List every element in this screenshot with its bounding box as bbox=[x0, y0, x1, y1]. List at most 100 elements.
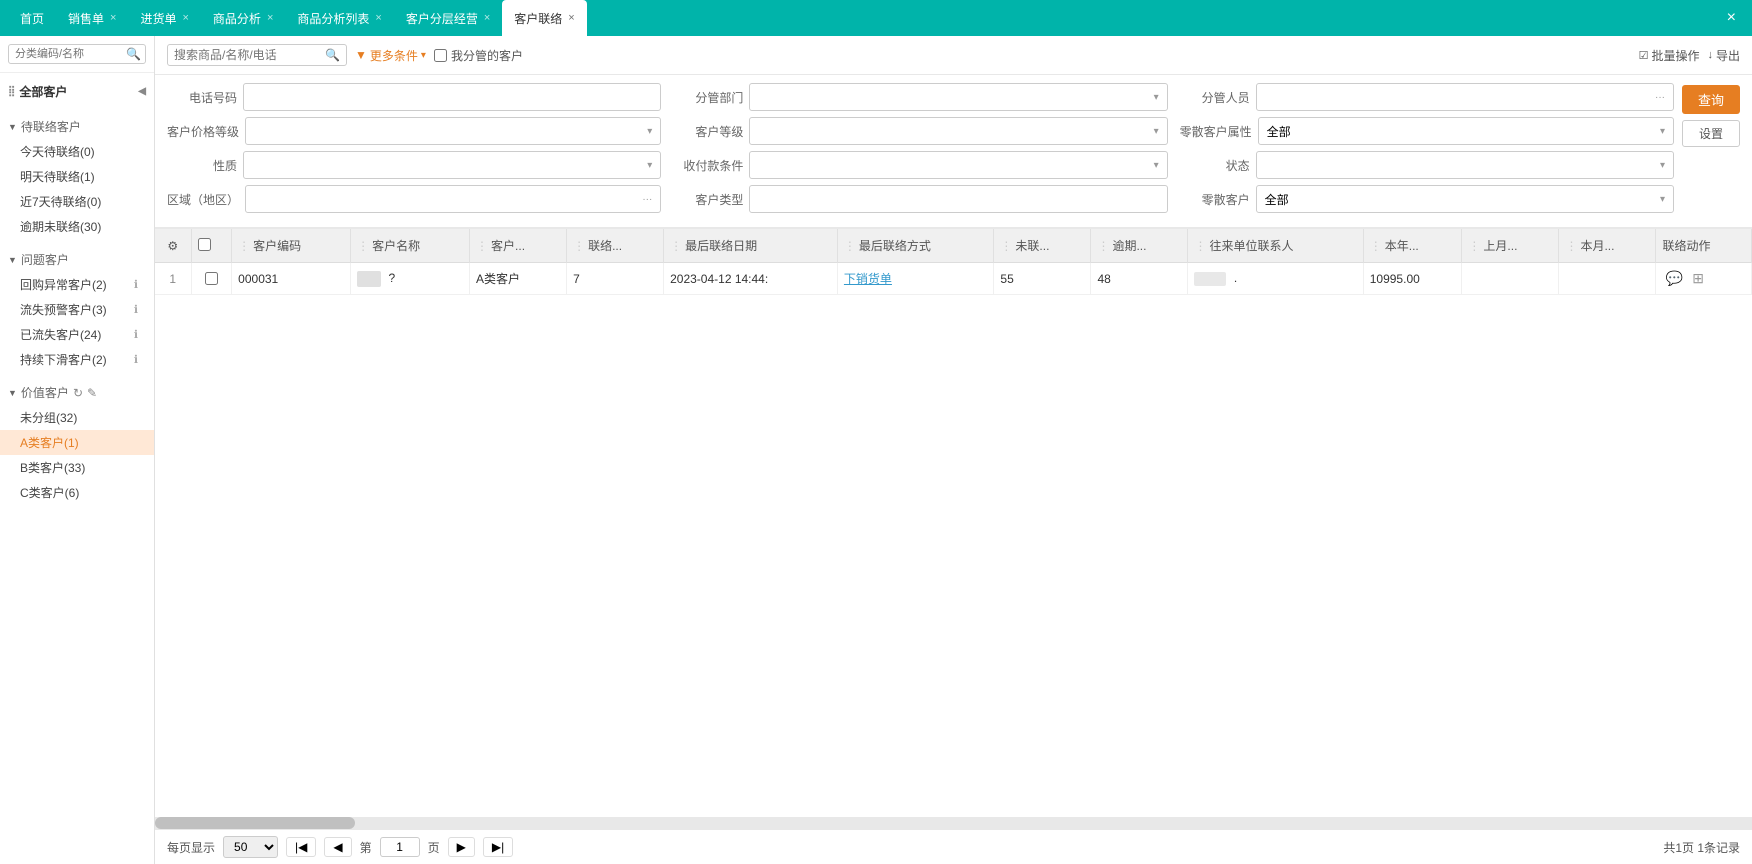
filter-retail-customer-label: 零散客户 bbox=[1180, 191, 1250, 208]
filter-phone-input[interactable] bbox=[243, 83, 661, 111]
sidebar-item-week-pending[interactable]: 近7天待联络(0) bbox=[0, 189, 154, 214]
row-last-contact-method[interactable]: 下销货单 bbox=[837, 263, 993, 295]
bulk-ops-button[interactable]: ☑ 批量操作 bbox=[1639, 47, 1700, 64]
export-button[interactable]: ↓ 导出 bbox=[1707, 47, 1740, 64]
qr-action-icon[interactable]: ⊞ bbox=[1692, 270, 1704, 286]
nav-tab-purchase[interactable]: 进货单 × bbox=[128, 0, 200, 36]
table-col-customer-name[interactable]: 客户名称 bbox=[351, 229, 470, 263]
prev-page-button[interactable]: ◀ bbox=[324, 837, 351, 857]
first-page-button[interactable]: |◀ bbox=[286, 837, 316, 857]
filter-icon: ▼ bbox=[355, 48, 367, 62]
sidebar-item-b-class[interactable]: B类客户(33) bbox=[0, 455, 154, 480]
filter-retail-attr-select[interactable]: 全部 ▾ bbox=[1258, 117, 1674, 145]
row-company-contacts: . bbox=[1188, 263, 1363, 295]
table-col-overdue[interactable]: 逾期... bbox=[1091, 229, 1188, 263]
table-col-this-month[interactable]: 本月... bbox=[1559, 229, 1656, 263]
my-customers-checkbox[interactable] bbox=[434, 49, 447, 62]
page-size-select[interactable]: 50 100 200 bbox=[223, 836, 278, 858]
last-page-button[interactable]: ▶| bbox=[483, 837, 513, 857]
sidebar-item-overdue-pending[interactable]: 逾期未联络(30) bbox=[0, 214, 154, 239]
nav-tab-customer-contact[interactable]: 客户联络 × bbox=[502, 0, 586, 36]
edit-icon[interactable]: ✎ bbox=[87, 386, 97, 400]
chat-action-icon[interactable]: 💬 bbox=[1665, 270, 1682, 286]
table-col-no-contact[interactable]: 未联... bbox=[994, 229, 1091, 263]
filter-region-input[interactable]: ··· bbox=[245, 185, 661, 213]
filter-person-input[interactable]: ··· bbox=[1256, 83, 1674, 111]
nav-tab-goods-list[interactable]: 商品分析列表 × bbox=[285, 0, 393, 36]
close-customer-contact-tab[interactable]: × bbox=[568, 12, 574, 24]
nav-tab-home[interactable]: 首页 bbox=[8, 0, 56, 36]
nav-tab-sales[interactable]: 销售单 × bbox=[56, 0, 128, 36]
filter-row-2: 客户价格等级 ▾ 客户等级 ▾ bbox=[167, 117, 1674, 145]
sidebar-item-declining[interactable]: 持续下滑客户(2) ℹ bbox=[0, 347, 154, 372]
filter-status-label: 状态 bbox=[1180, 157, 1250, 174]
filter-dept-label: 分管部门 bbox=[673, 89, 743, 106]
filter-price-level-select[interactable]: ▾ bbox=[245, 117, 661, 145]
sidebar-problem-customers-header[interactable]: ▼ 问题客户 bbox=[0, 247, 154, 272]
filter-status-select[interactable]: ▾ bbox=[1256, 151, 1674, 179]
info-icon: ℹ bbox=[134, 328, 138, 341]
sidebar-item-repurchase-abnormal[interactable]: 回购异常客户(2) ℹ bbox=[0, 272, 154, 297]
sidebar-pending-contact-header[interactable]: ▼ 待联络客户 bbox=[0, 114, 154, 139]
filter-person-label: 分管人员 bbox=[1180, 89, 1250, 106]
nav-tab-goods-analysis[interactable]: 商品分析 × bbox=[201, 0, 285, 36]
close-goods-analysis-tab[interactable]: × bbox=[267, 12, 273, 24]
filter-customer-type-input[interactable] bbox=[749, 185, 1167, 213]
table-col-last-contact-method[interactable]: 最后联络方式 bbox=[837, 229, 993, 263]
close-purchase-tab[interactable]: × bbox=[182, 12, 188, 24]
row-customer-level: A类客户 bbox=[470, 263, 567, 295]
sidebar-search-icon: 🔍 bbox=[126, 47, 141, 61]
filter-customer-level-select[interactable]: ▾ bbox=[749, 117, 1167, 145]
sidebar-item-today-pending[interactable]: 今天待联络(0) bbox=[0, 139, 154, 164]
page-number-input[interactable] bbox=[380, 837, 420, 857]
triangle-icon: ▼ bbox=[8, 388, 17, 398]
filter-dept-select[interactable]: ▾ bbox=[749, 83, 1167, 111]
filter-retail-customer-select[interactable]: 全部 ▾ bbox=[1256, 185, 1674, 213]
table-col-contact-num[interactable]: 联络... bbox=[567, 229, 664, 263]
table-col-this-year[interactable]: 本年... bbox=[1363, 229, 1462, 263]
more-conditions-button[interactable]: ▼ 更多条件 ▾ bbox=[355, 47, 426, 64]
sidebar-problem-customers-section: ▼ 问题客户 回购异常客户(2) ℹ 流失预警客户(3) ℹ 已流失客户(24)… bbox=[0, 243, 154, 376]
table-settings-col[interactable]: ⚙ bbox=[155, 229, 191, 263]
sidebar-all-customers-header[interactable]: ⣿ 全部客户 ◀ bbox=[0, 77, 154, 106]
close-goods-list-tab[interactable]: × bbox=[375, 12, 381, 24]
horizontal-scrollbar[interactable] bbox=[155, 817, 1752, 829]
query-button[interactable]: 查询 bbox=[1682, 85, 1740, 114]
close-all-tabs-button[interactable]: × bbox=[1719, 9, 1744, 27]
advanced-filters: 电话号码 分管部门 ▾ 分管人员 bbox=[155, 75, 1752, 228]
next-page-button[interactable]: ▶ bbox=[448, 837, 475, 857]
sidebar-item-churn-warning[interactable]: 流失预警客户(3) ℹ bbox=[0, 297, 154, 322]
table-col-company-contacts[interactable]: 往来单位联系人 bbox=[1188, 229, 1363, 263]
nav-tab-customer-segment[interactable]: 客户分层经营 × bbox=[394, 0, 502, 36]
table-checkbox-col[interactable] bbox=[191, 229, 232, 263]
close-sales-tab[interactable]: × bbox=[110, 12, 116, 24]
filter-nature-select[interactable]: ▾ bbox=[243, 151, 661, 179]
filter-search-input[interactable] bbox=[174, 48, 321, 62]
table-col-last-month[interactable]: 上月... bbox=[1462, 229, 1559, 263]
table-col-customer-code[interactable]: 客户编码 bbox=[232, 229, 351, 263]
my-customers-checkbox-label[interactable]: 我分管的客户 bbox=[434, 47, 523, 64]
select-all-checkbox[interactable] bbox=[198, 238, 211, 251]
table-col-last-contact-date[interactable]: 最后联络日期 bbox=[664, 229, 838, 263]
table-col-customer-level[interactable]: 客户... bbox=[470, 229, 567, 263]
close-customer-segment-tab[interactable]: × bbox=[484, 12, 490, 24]
refresh-icon[interactable]: ↻ bbox=[73, 386, 83, 400]
table-area: ⚙ 客户编码 客户名称 客户... 联络... 最后联络日期 最后联络方式 未联… bbox=[155, 228, 1752, 817]
row-checkbox[interactable] bbox=[205, 272, 218, 285]
sidebar-item-tomorrow-pending[interactable]: 明天待联络(1) bbox=[0, 164, 154, 189]
filter-payment-select[interactable]: ▾ bbox=[749, 151, 1167, 179]
filter-retail-attr-label: 零散客户属性 bbox=[1180, 123, 1252, 140]
sidebar-item-c-class[interactable]: C类客户(6) bbox=[0, 480, 154, 505]
filter-status-field: 状态 ▾ bbox=[1180, 151, 1674, 179]
scroll-thumb[interactable] bbox=[155, 817, 355, 829]
sidebar-item-churned[interactable]: 已流失客户(24) ℹ bbox=[0, 322, 154, 347]
sidebar-item-a-class[interactable]: A类客户(1) bbox=[0, 430, 154, 455]
filter-region-label: 区域（地区） bbox=[167, 191, 239, 208]
sidebar-item-unclassified[interactable]: 未分组(32) bbox=[0, 405, 154, 430]
settings-button[interactable]: 设置 bbox=[1682, 120, 1740, 147]
sidebar-value-customers-header[interactable]: ▼ 价值客户 ↻ ✎ bbox=[0, 380, 154, 405]
row-checkbox-cell[interactable] bbox=[191, 263, 232, 295]
filter-customer-level-label: 客户等级 bbox=[673, 123, 743, 140]
row-number: 1 bbox=[155, 263, 191, 295]
dots-icon: ··· bbox=[642, 194, 652, 205]
